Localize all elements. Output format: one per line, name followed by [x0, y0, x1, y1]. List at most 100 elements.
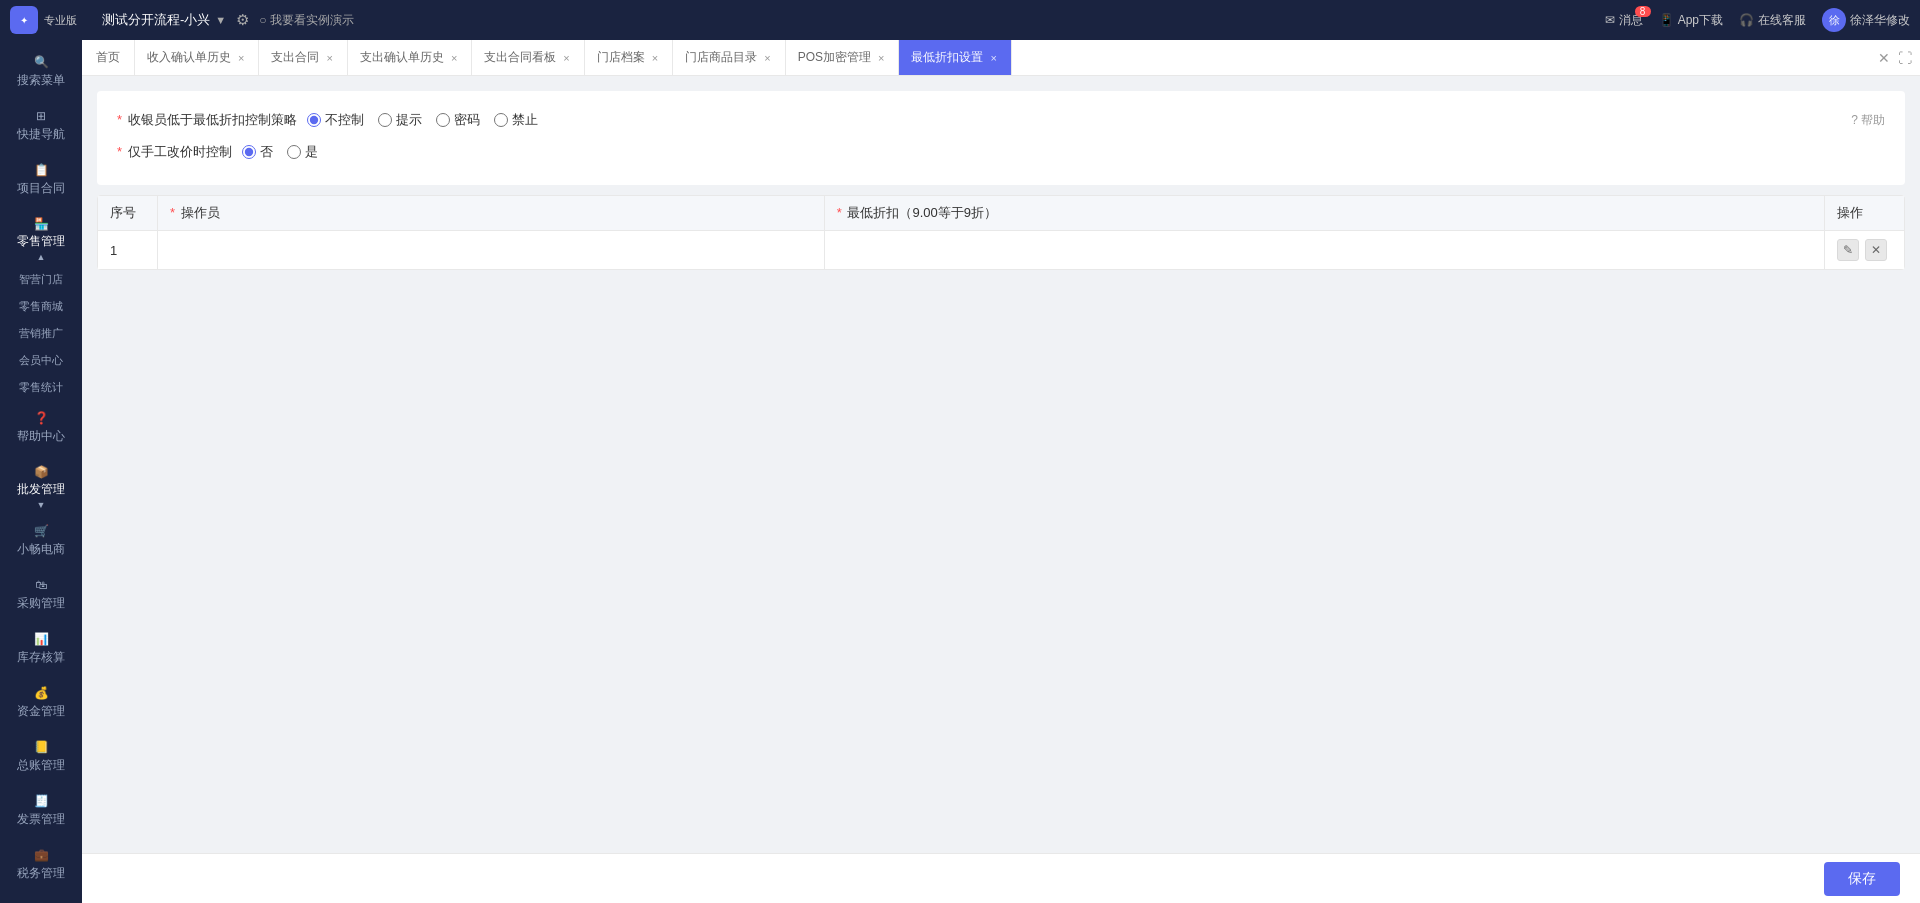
sidebar-item-search[interactable]: 🔍 搜索菜单: [0, 45, 82, 99]
tax-icon: 💼: [34, 848, 49, 862]
tab-expand-icon[interactable]: ⛶: [1898, 50, 1912, 66]
customer-service-item[interactable]: 🎧 在线客服: [1739, 12, 1806, 29]
help-link[interactable]: ? 帮助: [1851, 112, 1885, 129]
tab-close-store-catalog[interactable]: ×: [762, 51, 772, 65]
nav-icon: ⊞: [36, 109, 46, 123]
sidebar-item-member-center[interactable]: 会员中心: [0, 347, 82, 374]
sidebar-item-wholesale-mgmt[interactable]: 📦 批发管理 ▼: [0, 455, 82, 514]
main-layout: 🔍 搜索菜单 ⊞ 快捷导航 📋 项目合同 🏪 零售管理 ▲ 智营门店 零售商城 …: [0, 40, 1920, 903]
form-row-1: * 收银员低于最低折扣控制策略 不控制 提示: [117, 111, 1885, 129]
delete-row-button[interactable]: ✕: [1865, 239, 1887, 261]
sidebar-item-retail-mgmt[interactable]: 🏪 零售管理 ▲: [0, 207, 82, 266]
table-scroll[interactable]: 序号 * 操作员 * 最低折扣（9.00等于9折）: [97, 195, 1905, 270]
logo-icon: ✦: [10, 6, 38, 34]
sidebar-item-retail-mall[interactable]: 零售商城: [0, 293, 82, 320]
data-table: 序号 * 操作员 * 最低折扣（9.00等于9折）: [97, 195, 1905, 270]
radio-ban[interactable]: 禁止: [494, 111, 538, 129]
tab-close-store-archive[interactable]: ×: [650, 51, 660, 65]
sidebar-item-purchase-mgmt[interactable]: 🛍 采购管理: [0, 568, 82, 622]
headset-icon: 🎧: [1739, 13, 1754, 27]
tab-close-payment-contract[interactable]: ×: [324, 51, 334, 65]
tab-home[interactable]: 首页: [82, 40, 135, 75]
tab-bar: 首页 收入确认单历史 × 支出合同 × 支出确认单历史 × 支出合同看板 × 门…: [82, 40, 1920, 76]
user-item[interactable]: 徐 徐泽华修改: [1822, 8, 1910, 32]
wholesale-icon: 📦: [34, 465, 49, 479]
field1-label: * 收银员低于最低折扣控制策略: [117, 111, 297, 129]
cell-discount: [824, 231, 1824, 270]
search-icon: 🔍: [34, 55, 49, 69]
topbar-right: ✉ 消息 8 📱 App下载 🎧 在线客服 徐 徐泽华修改: [1605, 8, 1910, 32]
purchase-icon: 🛍: [35, 578, 47, 592]
phone-icon: 📱: [1659, 13, 1674, 27]
contract-icon: 📋: [34, 163, 49, 177]
capital-icon: 💰: [34, 686, 49, 700]
chevron-down-icon: ▼: [215, 14, 226, 26]
sidebar-item-tax-mgmt[interactable]: 💼 税务管理: [0, 838, 82, 892]
field2-label: * 仅手工改价时控制: [117, 143, 232, 161]
sidebar-item-marketing[interactable]: 营销推广: [0, 320, 82, 347]
radio-no[interactable]: 否: [242, 143, 273, 161]
sidebar-item-invoice-mgmt[interactable]: 🧾 发票管理: [0, 784, 82, 838]
tab-pos-pwd[interactable]: POS加密管理 ×: [786, 40, 900, 75]
ecommerce-icon: 🛒: [34, 524, 49, 538]
radio-yes[interactable]: 是: [287, 143, 318, 161]
app-download-item[interactable]: 📱 App下载: [1659, 12, 1723, 29]
chevron-down-icon: ▼: [37, 500, 46, 510]
radio-group-control: 不控制 提示 密码 禁止: [307, 111, 538, 129]
tab-min-discount[interactable]: 最低折扣设置 ×: [899, 40, 1011, 75]
tab-close-payment-confirm[interactable]: ×: [449, 51, 459, 65]
form-row-2: * 仅手工改价时控制 否 是: [117, 143, 1885, 161]
tab-payment-confirm[interactable]: 支出确认单历史 ×: [348, 40, 472, 75]
chevron-up-icon: ▲: [37, 252, 46, 262]
tab-bar-actions: ✕ ⛶: [1870, 50, 1920, 66]
cell-action: ✎ ✕: [1825, 231, 1905, 270]
radio-no-control[interactable]: 不控制: [307, 111, 364, 129]
radio-group-manual: 否 是: [242, 143, 318, 161]
tab-close-payment-board[interactable]: ×: [561, 51, 571, 65]
tab-close-min-discount[interactable]: ×: [988, 51, 998, 65]
radio-password[interactable]: 密码: [436, 111, 480, 129]
cell-seq: 1: [98, 231, 158, 270]
logo-area: ✦ 专业版: [10, 6, 92, 34]
form-card: * 收银员低于最低折扣控制策略 不控制 提示: [97, 91, 1905, 185]
col-header-discount: * 最低折扣（9.00等于9折）: [824, 196, 1824, 231]
tab-payment-contract[interactable]: 支出合同 ×: [259, 40, 347, 75]
question-icon: ?: [1851, 113, 1858, 127]
table-row: 1 ✎ ✕: [98, 231, 1905, 270]
tab-store-archive[interactable]: 门店档案 ×: [585, 40, 673, 75]
sidebar-item-quick-nav[interactable]: ⊞ 快捷导航: [0, 99, 82, 153]
tab-close-all-icon[interactable]: ✕: [1878, 50, 1890, 66]
topbar: ✦ 专业版 测试分开流程-小兴 ▼ ⚙ ○ 我要看实例演示 ✉ 消息 8 📱 A…: [0, 0, 1920, 40]
tab-store-catalog[interactable]: 门店商品目录 ×: [673, 40, 785, 75]
tab-close-pos-pwd[interactable]: ×: [876, 51, 886, 65]
sidebar-item-smart-store[interactable]: 智营门店: [0, 266, 82, 293]
avatar: 徐: [1822, 8, 1846, 32]
edit-row-button[interactable]: ✎: [1837, 239, 1859, 261]
sidebar-item-ledger-mgmt[interactable]: 📒 总账管理: [0, 730, 82, 784]
project-name: 测试分开流程-小兴: [102, 11, 210, 29]
tab-income-confirm[interactable]: 收入确认单历史 ×: [135, 40, 259, 75]
radio-remind[interactable]: 提示: [378, 111, 422, 129]
sidebar-item-capital-mgmt[interactable]: 💰 资金管理: [0, 676, 82, 730]
col-header-operator: * 操作员: [158, 196, 825, 231]
save-button[interactable]: 保存: [1824, 862, 1900, 896]
cell-operator: [158, 231, 825, 270]
tab-payment-board[interactable]: 支出合同看板 ×: [472, 40, 584, 75]
topbar-left: ✦ 专业版 测试分开流程-小兴 ▼ ⚙ ○ 我要看实例演示: [10, 6, 354, 34]
message-badge: 8: [1635, 6, 1651, 17]
logo-text: 专业版: [44, 13, 77, 28]
sidebar-item-help-center[interactable]: ❓ 帮助中心: [0, 401, 82, 455]
table-card: 序号 * 操作员 * 最低折扣（9.00等于9折）: [97, 195, 1905, 270]
message-item[interactable]: ✉ 消息 8: [1605, 12, 1643, 29]
project-selector[interactable]: 测试分开流程-小兴 ▼: [102, 11, 226, 29]
tab-close-income-confirm[interactable]: ×: [236, 51, 246, 65]
sidebar-item-retail-stats[interactable]: 零售统计: [0, 374, 82, 401]
sidebar-item-ecommerce[interactable]: 🛒 小畅电商: [0, 514, 82, 568]
topbar-settings-icon[interactable]: ⚙: [236, 11, 249, 29]
sidebar-item-inventory[interactable]: 📊 库存核算: [0, 622, 82, 676]
demo-link[interactable]: ○ 我要看实例演示: [259, 12, 354, 29]
sidebar-item-fixed-assets[interactable]: 🏢 固定资产: [0, 892, 82, 903]
help-text: 帮助: [1861, 112, 1885, 129]
col-header-seq: 序号: [98, 196, 158, 231]
sidebar-item-project-contract[interactable]: 📋 项目合同: [0, 153, 82, 207]
